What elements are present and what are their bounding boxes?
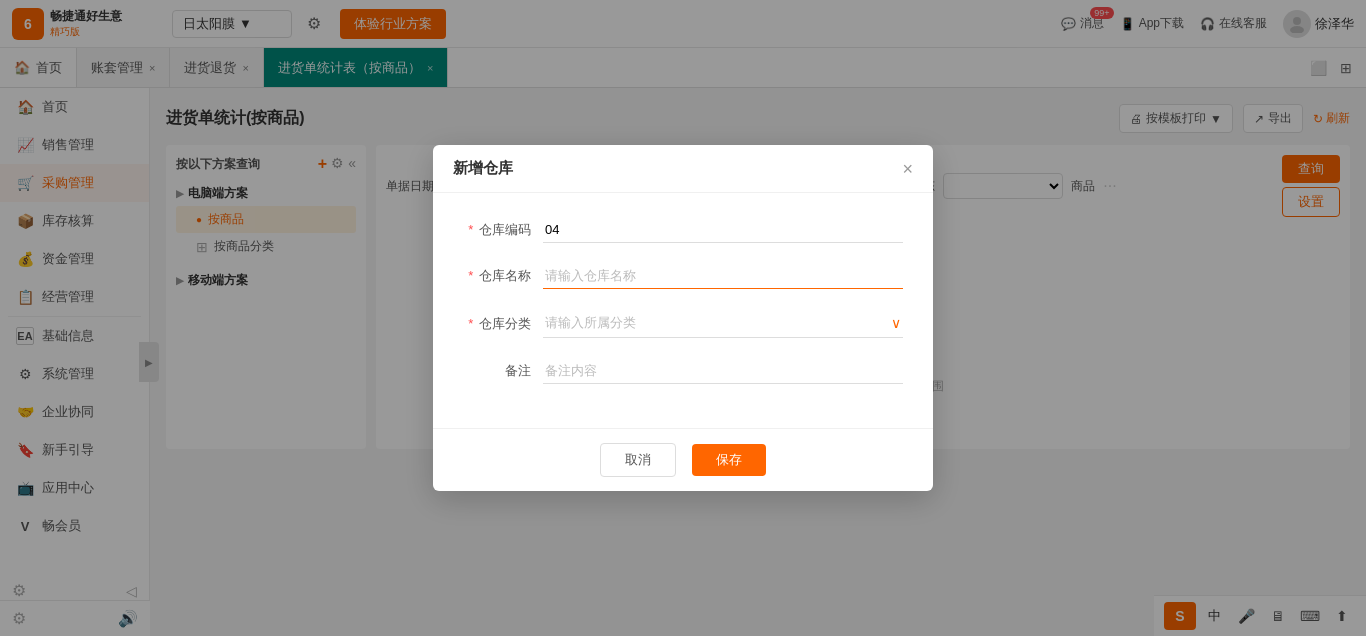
warehouse-name-label: * 仓库名称 [463, 267, 543, 285]
warehouse-category-label-text: 仓库分类 [479, 316, 531, 331]
warehouse-remark-row: 备注 [463, 358, 903, 384]
modal-close-button[interactable]: × [902, 160, 913, 178]
modal-header: 新增仓库 × [433, 145, 933, 193]
warehouse-category-row: * 仓库分类 请输入所属分类 ∨ [463, 309, 903, 338]
warehouse-remark-input[interactable] [543, 358, 903, 384]
modal-overlay: 新增仓库 × * 仓库编码 * 仓库名称 [0, 0, 1366, 636]
warehouse-remark-label: 备注 [463, 362, 543, 380]
warehouse-remark-label-text: 备注 [505, 363, 531, 378]
warehouse-name-input[interactable] [543, 263, 903, 289]
warehouse-code-row: * 仓库编码 [463, 217, 903, 243]
required-star-code: * [468, 222, 473, 237]
warehouse-code-label-text: 仓库编码 [479, 222, 531, 237]
modal-title: 新增仓库 [453, 159, 513, 178]
warehouse-category-label: * 仓库分类 [463, 315, 543, 333]
add-warehouse-modal: 新增仓库 × * 仓库编码 * 仓库名称 [433, 145, 933, 491]
warehouse-category-arrow-icon: ∨ [891, 315, 901, 331]
warehouse-category-placeholder: 请输入所属分类 [545, 314, 636, 332]
warehouse-name-row: * 仓库名称 [463, 263, 903, 289]
warehouse-code-input[interactable] [543, 217, 903, 243]
modal-body: * 仓库编码 * 仓库名称 * 仓库分类 请输入 [433, 193, 933, 428]
required-star-category: * [468, 316, 473, 331]
warehouse-code-label: * 仓库编码 [463, 221, 543, 239]
required-star-name: * [468, 268, 473, 283]
save-button[interactable]: 保存 [692, 444, 766, 476]
cancel-button[interactable]: 取消 [600, 443, 676, 477]
modal-footer: 取消 保存 [433, 428, 933, 491]
warehouse-category-select[interactable]: 请输入所属分类 ∨ [543, 309, 903, 338]
warehouse-name-label-text: 仓库名称 [479, 268, 531, 283]
